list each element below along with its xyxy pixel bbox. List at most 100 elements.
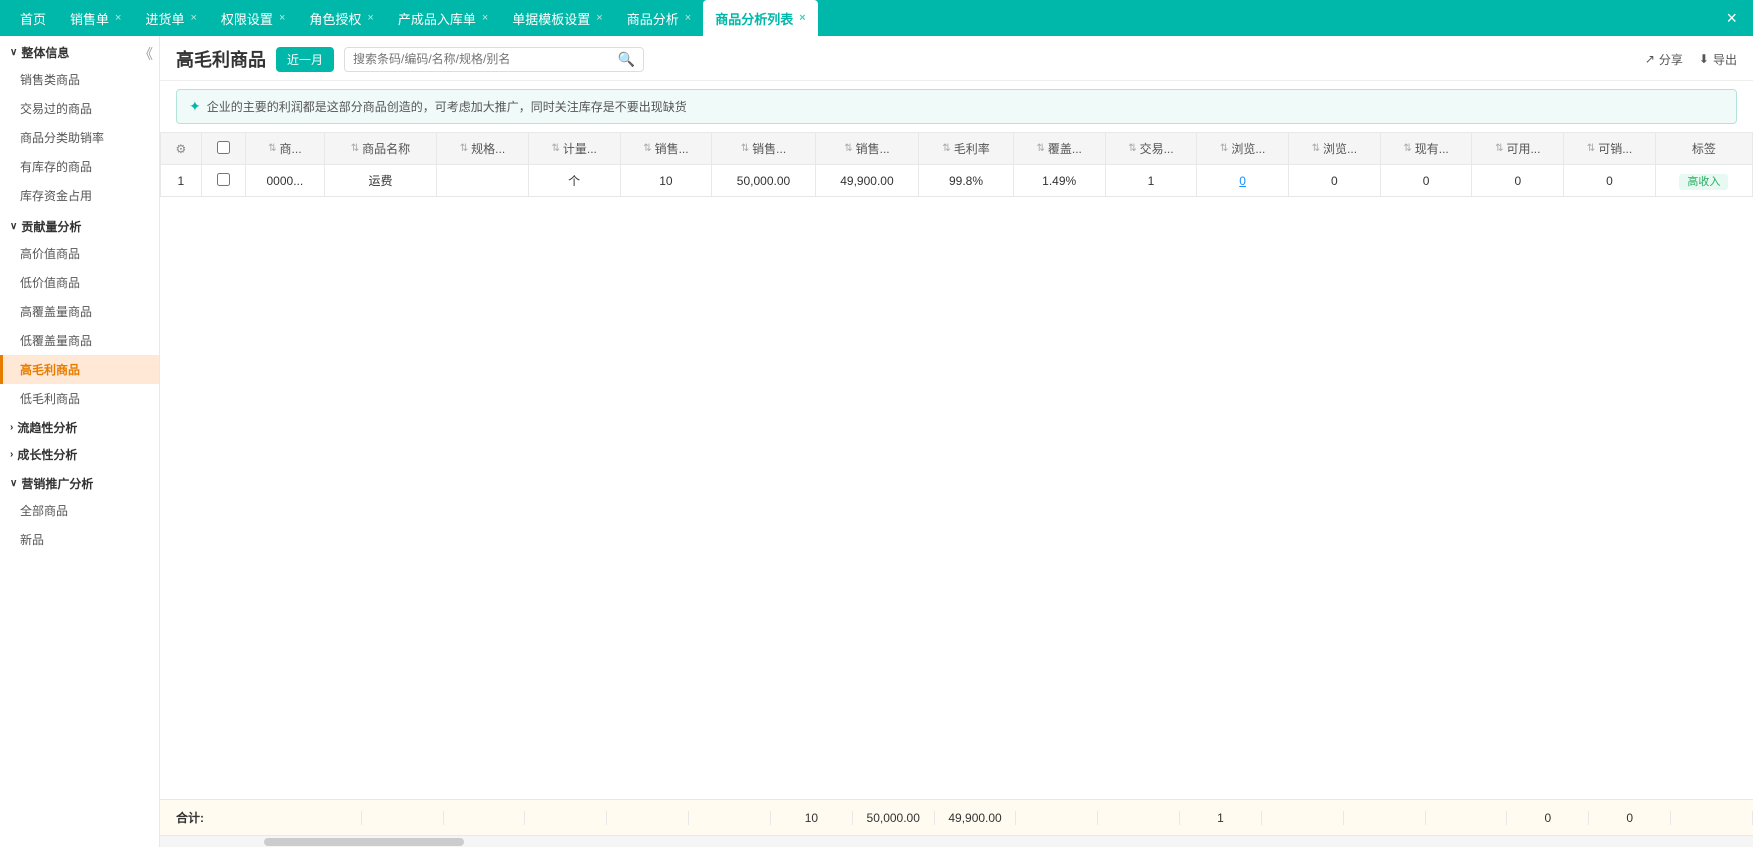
data-table-container: ⚙⇅商...⇅商品名称⇅规格...⇅计量...⇅销售...⇅销售...⇅销售..… <box>160 132 1753 799</box>
group-label: 营销推广分析 <box>21 475 93 492</box>
share-button[interactable]: ↗ 分享 <box>1645 51 1683 68</box>
sidebar-item-低毛利商品[interactable]: 低毛利商品 <box>0 384 159 413</box>
col-header-sales_cost[interactable]: ⇅销售... <box>815 133 918 165</box>
cell-trade: 1 <box>1105 165 1197 197</box>
col-label-name: 商品名称 <box>362 140 410 157</box>
search-icon[interactable]: 🔍 <box>618 51 635 68</box>
nav-item-商品分析[interactable]: 商品分析× <box>615 0 703 36</box>
search-input[interactable] <box>353 52 618 66</box>
main-layout: 《 ∨整体信息销售类商品交易过的商品商品分类助销率有库存的商品库存资金占用∨贡献… <box>0 36 1753 847</box>
nav-item-商品分析列表[interactable]: 商品分析列表× <box>703 0 817 36</box>
group-label: 整体信息 <box>21 44 69 61</box>
sidebar-item-有库存的商品[interactable]: 有库存的商品 <box>0 152 159 181</box>
cell-current_stock: 0 <box>1380 165 1472 197</box>
cell-checkbox <box>201 165 245 197</box>
sidebar-group-成长性分析[interactable]: ›成长性分析 <box>0 440 159 467</box>
sidebar-item-新品[interactable]: 新品 <box>0 525 159 554</box>
col-header-browse1[interactable]: ⇅浏览... <box>1197 133 1289 165</box>
close-tab-icon[interactable]: × <box>190 12 196 24</box>
footer-cell-empty7 <box>1016 811 1098 825</box>
col-header-unit[interactable]: ⇅计量... <box>528 133 620 165</box>
footer-cell-empty11 <box>1426 811 1508 825</box>
footer-totals: 合计: 1050,000.0049,900.00100 <box>160 799 1753 835</box>
close-tab-icon[interactable]: × <box>115 12 121 24</box>
col-header-available[interactable]: ⇅可用... <box>1472 133 1564 165</box>
footer-cell-empty3 <box>444 811 526 825</box>
col-header-spec[interactable]: ⇅规格... <box>437 133 529 165</box>
footer-cell-sales_amount: 50,000.00 <box>853 811 935 825</box>
col-header-code[interactable]: ⇅商... <box>245 133 324 165</box>
info-icon: ✦ <box>189 98 201 115</box>
browse-link[interactable]: 0 <box>1239 174 1246 188</box>
col-header-sales_amount[interactable]: ⇅销售... <box>712 133 815 165</box>
horizontal-scrollbar[interactable] <box>160 835 1753 847</box>
row-checkbox[interactable] <box>217 173 230 186</box>
col-header-current_stock[interactable]: ⇅现有... <box>1380 133 1472 165</box>
sidebar-item-交易过的商品[interactable]: 交易过的商品 <box>0 94 159 123</box>
sidebar-collapse-btn[interactable]: 《 <box>139 44 153 64</box>
export-icon: ⬇ <box>1699 52 1709 66</box>
sidebar-item-商品分类助销率[interactable]: 商品分类助销率 <box>0 123 159 152</box>
sidebar-group-贡献量分析[interactable]: ∨贡献量分析 <box>0 210 159 239</box>
col-label-current_stock: 现有... <box>1415 140 1449 157</box>
col-header-settings: ⚙ <box>161 133 202 165</box>
nav-item-角色授权[interactable]: 角色授权× <box>297 0 385 36</box>
close-tab-icon[interactable]: × <box>367 12 373 24</box>
cell-coverage: 1.49% <box>1013 165 1105 197</box>
col-header-sales_qty[interactable]: ⇅销售... <box>620 133 712 165</box>
data-table: ⚙⇅商...⇅商品名称⇅规格...⇅计量...⇅销售...⇅销售...⇅销售..… <box>160 132 1753 197</box>
col-header-gross_margin[interactable]: ⇅毛利率 <box>919 133 1014 165</box>
sidebar-item-销售类商品[interactable]: 销售类商品 <box>0 65 159 94</box>
info-banner: ✦ 企业的主要的利润都是这部分商品创造的，可考虑加大推广，同时关注库存是不要出现… <box>176 89 1737 124</box>
nav-item-销售单[interactable]: 销售单× <box>58 0 133 36</box>
close-all-tabs[interactable]: × <box>1718 8 1745 29</box>
tag-badge: 高收入 <box>1679 174 1728 190</box>
cell-sales_amount: 50,000.00 <box>712 165 815 197</box>
sidebar-item-高毛利商品[interactable]: 高毛利商品 <box>0 355 159 384</box>
col-label-available: 可用... <box>1506 140 1540 157</box>
scroll-thumb[interactable] <box>264 838 464 846</box>
nav-item-进货单[interactable]: 进货单× <box>133 0 208 36</box>
col-label-trade: 交易... <box>1140 140 1174 157</box>
sidebar-group-整体信息[interactable]: ∨整体信息 <box>0 36 159 65</box>
sidebar-item-全部商品[interactable]: 全部商品 <box>0 496 159 525</box>
sort-icon: ⇅ <box>1220 143 1228 154</box>
col-header-trade[interactable]: ⇅交易... <box>1105 133 1197 165</box>
footer-cell-trade: 1 <box>1180 811 1262 825</box>
sidebar-item-高覆盖量商品[interactable]: 高覆盖量商品 <box>0 297 159 326</box>
nav-item-首页[interactable]: 首页 <box>8 0 58 36</box>
footer-cell-saleable: 0 <box>1589 811 1671 825</box>
cell-sales_qty: 10 <box>620 165 712 197</box>
close-tab-icon[interactable]: × <box>685 12 691 24</box>
close-tab-icon[interactable]: × <box>799 12 805 24</box>
nav-item-产成品入库单[interactable]: 产成品入库单× <box>386 0 500 36</box>
sort-icon: ⇅ <box>741 143 749 154</box>
col-label-code: 商... <box>280 140 302 157</box>
header-actions: ↗ 分享 ⬇ 导出 <box>1645 51 1737 68</box>
col-header-name[interactable]: ⇅商品名称 <box>324 133 436 165</box>
select-all-checkbox[interactable] <box>217 141 230 154</box>
footer-cell-empty1 <box>280 811 362 825</box>
sidebar-item-低覆盖量商品[interactable]: 低覆盖量商品 <box>0 326 159 355</box>
cell-available: 0 <box>1472 165 1564 197</box>
footer-cell-empty4 <box>525 811 607 825</box>
sidebar-item-低价值商品[interactable]: 低价值商品 <box>0 268 159 297</box>
settings-icon[interactable]: ⚙ <box>176 142 187 156</box>
sidebar-group-营销推广分析[interactable]: ∨营销推广分析 <box>0 467 159 496</box>
close-tab-icon[interactable]: × <box>279 12 285 24</box>
period-button[interactable]: 近一月 <box>276 47 334 72</box>
group-arrow-icon: › <box>10 422 13 433</box>
group-label: 流趋性分析 <box>17 419 77 436</box>
group-label: 贡献量分析 <box>21 218 81 235</box>
nav-item-权限设置[interactable]: 权限设置× <box>209 0 297 36</box>
nav-item-单据模板设置[interactable]: 单据模板设置× <box>500 0 614 36</box>
sidebar-item-库存资金占用[interactable]: 库存资金占用 <box>0 181 159 210</box>
close-tab-icon[interactable]: × <box>482 12 488 24</box>
col-header-saleable[interactable]: ⇅可销... <box>1564 133 1656 165</box>
close-tab-icon[interactable]: × <box>596 12 602 24</box>
export-button[interactable]: ⬇ 导出 <box>1699 51 1737 68</box>
col-header-browse2[interactable]: ⇅浏览... <box>1288 133 1380 165</box>
col-header-coverage[interactable]: ⇅覆盖... <box>1013 133 1105 165</box>
sidebar-group-流趋性分析[interactable]: › 流趋性分析 <box>0 413 159 440</box>
sidebar-item-高价值商品[interactable]: 高价值商品 <box>0 239 159 268</box>
